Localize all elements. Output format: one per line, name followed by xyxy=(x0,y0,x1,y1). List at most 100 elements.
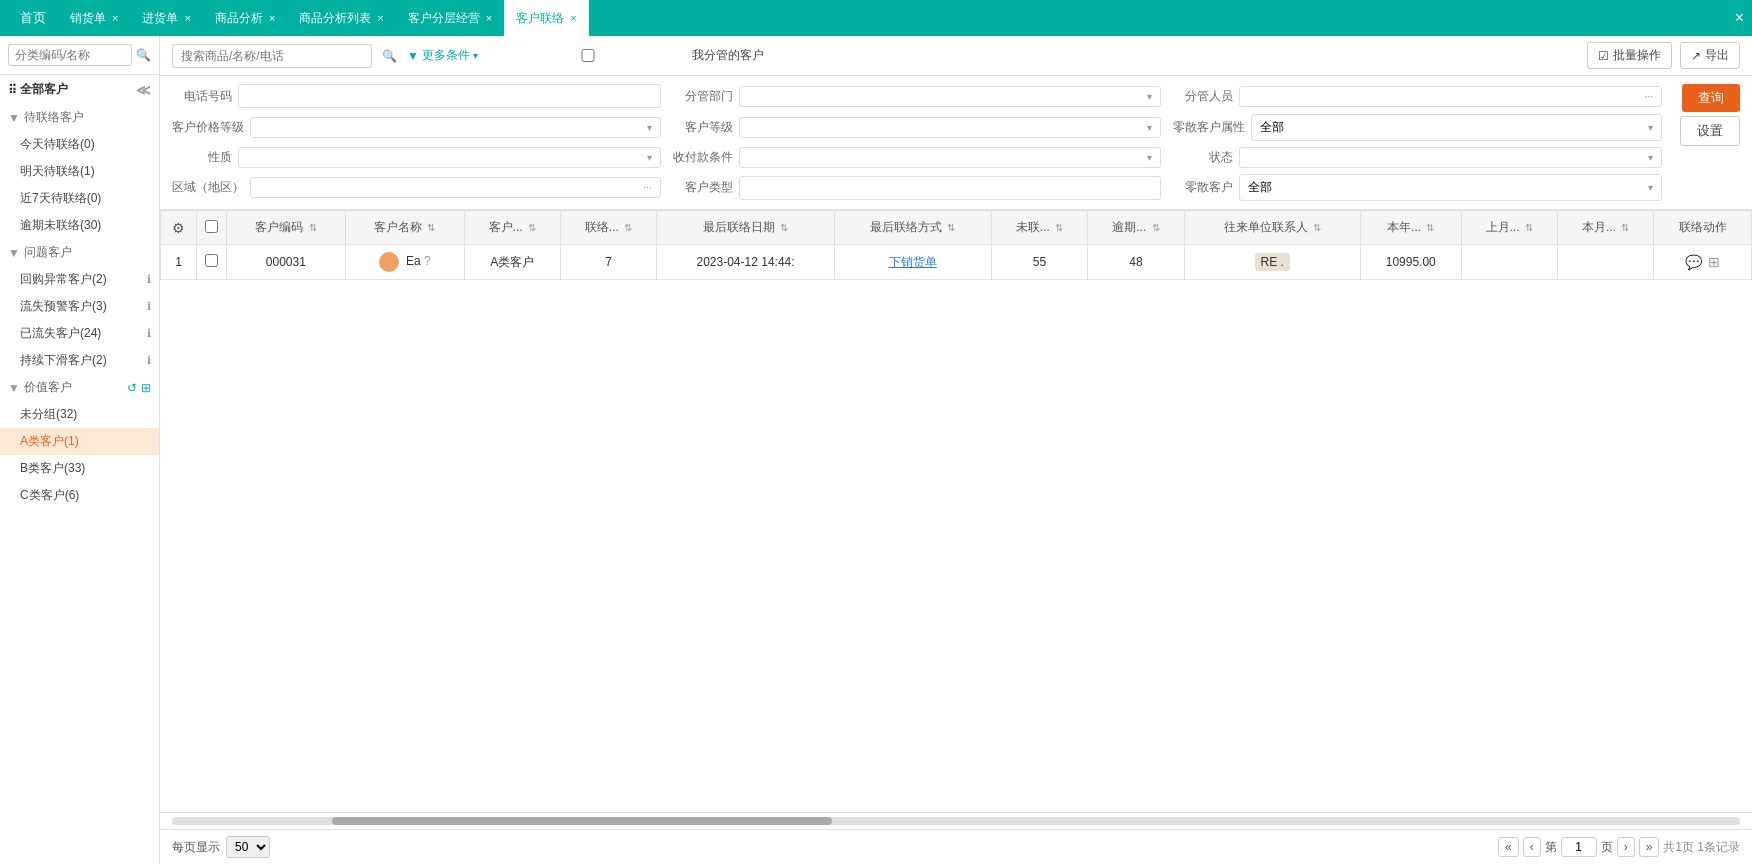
scrollbar-thumb[interactable] xyxy=(332,817,832,825)
prev-page-button[interactable]: ‹ xyxy=(1523,837,1541,857)
chevron-down-icon: ▾ xyxy=(1648,122,1653,133)
close-icon[interactable]: × xyxy=(377,12,383,24)
table-header-gear[interactable]: ⚙ xyxy=(161,211,197,245)
filter-input-customer-type[interactable] xyxy=(739,176,1162,200)
filter-select-price-level[interactable]: ▾ xyxy=(250,117,661,138)
table-header-last-month[interactable]: 上月... ⇅ xyxy=(1461,211,1557,245)
filter-action-buttons: 查询 设置 xyxy=(1670,84,1740,146)
table-header-no-contact[interactable]: 未联... ⇅ xyxy=(991,211,1087,245)
row-checkbox[interactable] xyxy=(197,245,227,280)
sidebar-item-declining[interactable]: 持续下滑客户(2) ℹ xyxy=(0,347,159,374)
sidebar-item-overdue[interactable]: 逾期未联络(30) xyxy=(0,212,159,239)
sidebar-item-a-class[interactable]: A类客户(1) xyxy=(0,428,159,455)
sidebar-section-pending[interactable]: ▼ 待联络客户 xyxy=(0,104,159,131)
row-this-year: 10995.00 xyxy=(1360,245,1461,280)
sidebar-item-repurchase-abnormal[interactable]: 回购异常客户(2) ℹ xyxy=(0,266,159,293)
sidebar-item-tomorrow[interactable]: 明天待联络(1) xyxy=(0,158,159,185)
sidebar-search-input[interactable] xyxy=(8,44,132,66)
filter-select-nature[interactable]: ▾ xyxy=(238,147,661,168)
table-header-checkbox[interactable] xyxy=(197,211,227,245)
per-page-select[interactable]: 50 xyxy=(226,836,270,858)
filter-select-person[interactable]: ··· xyxy=(1239,86,1662,107)
filter-select-customer-level[interactable]: ▾ xyxy=(739,117,1162,138)
scrollbar-track[interactable] xyxy=(172,817,1740,825)
close-icon[interactable]: × xyxy=(486,12,492,24)
collapse-icon[interactable]: ≪ xyxy=(136,82,151,98)
close-icon[interactable]: × xyxy=(269,12,275,24)
last-page-button[interactable]: » xyxy=(1639,837,1660,857)
close-icon[interactable]: × xyxy=(112,12,118,24)
filter-actions: ☑ 批量操作 ↗ 导出 xyxy=(1587,42,1740,69)
nav-tab-analysis-list[interactable]: 商品分析列表 × xyxy=(287,0,395,36)
sidebar-item-7days[interactable]: 近7天待联络(0) xyxy=(0,185,159,212)
settings-icon[interactable]: ⊞ xyxy=(141,381,151,395)
link-icon[interactable]: ⊞ xyxy=(1708,254,1720,270)
filter-select-region[interactable]: ··· xyxy=(250,177,661,198)
nav-tab-customer-contact[interactable]: 客户联络 × xyxy=(504,0,588,36)
table-header-overdue[interactable]: 逾期... ⇅ xyxy=(1088,211,1184,245)
close-all-tabs-button[interactable]: × xyxy=(1735,9,1744,27)
query-button[interactable]: 查询 xyxy=(1682,84,1740,112)
sidebar-item-churned[interactable]: 已流失客户(24) ℹ xyxy=(0,320,159,347)
grid-icon: ⠿ xyxy=(8,83,17,97)
select-all-checkbox[interactable] xyxy=(205,220,218,233)
table-header-this-year[interactable]: 本年... ⇅ xyxy=(1360,211,1461,245)
first-page-button[interactable]: « xyxy=(1498,837,1519,857)
search-input[interactable] xyxy=(172,44,372,68)
export-button[interactable]: ↗ 导出 xyxy=(1680,42,1740,69)
table-header-last-contact-date[interactable]: 最后联络日期 ⇅ xyxy=(657,211,834,245)
table-header-contact-count[interactable]: 联络... ⇅ xyxy=(560,211,656,245)
row-last-contact-method[interactable]: 下销货单 xyxy=(834,245,991,280)
sidebar-item-b-class[interactable]: B类客户(33) xyxy=(0,455,159,482)
top-navigation: 首页 销货单 × 进货单 × 商品分析 × 商品分析列表 × 客户分层经营 × … xyxy=(0,0,1752,36)
nav-tab-sales[interactable]: 销货单 × xyxy=(58,0,130,36)
sidebar-item-ungrouped[interactable]: 未分组(32) xyxy=(0,401,159,428)
search-icon[interactable]: 🔍 xyxy=(382,49,397,63)
message-icon[interactable]: 💬 xyxy=(1685,254,1702,270)
nav-tab-analysis[interactable]: 商品分析 × xyxy=(203,0,287,36)
next-page-button[interactable]: › xyxy=(1617,837,1635,857)
more-filters-button[interactable]: ▼ 更多条件 ▾ xyxy=(407,47,478,64)
advanced-filter-panel: 电话号码 分管部门 ▾ 分管人员 xyxy=(160,76,1752,210)
nav-tab-customer-segment[interactable]: 客户分层经营 × xyxy=(396,0,504,36)
table-header-this-month[interactable]: 本月... ⇅ xyxy=(1558,211,1654,245)
sidebar-search-icon[interactable]: 🔍 xyxy=(136,48,151,62)
gear-icon[interactable]: ⚙ xyxy=(172,220,185,236)
filter-input-phone[interactable] xyxy=(238,84,661,108)
row-no-contact: 55 xyxy=(991,245,1087,280)
setting-button[interactable]: 设置 xyxy=(1680,116,1740,146)
batch-op-button[interactable]: ☑ 批量操作 xyxy=(1587,42,1672,69)
close-icon[interactable]: × xyxy=(570,12,576,24)
sidebar-all-customers-header[interactable]: ⠿ 全部客户 ≪ xyxy=(0,75,159,104)
filter-select-status[interactable]: ▾ xyxy=(1239,147,1662,168)
sidebar-section-problem[interactable]: ▼ 问题客户 xyxy=(0,239,159,266)
filter-field-nature: 性质 ▾ xyxy=(172,147,661,168)
sort-icon: ⇅ xyxy=(780,222,788,233)
nav-tab-purchase[interactable]: 进货单 × xyxy=(130,0,202,36)
chevron-down-icon: ▾ xyxy=(1648,152,1653,163)
table-header-contact-person[interactable]: 往来单位联系人 ⇅ xyxy=(1184,211,1360,245)
row-actions: 💬 ⊞ xyxy=(1654,245,1752,280)
row-code[interactable]: 000031 xyxy=(227,245,346,280)
filter-select-dept[interactable]: ▾ xyxy=(739,86,1162,107)
my-customers-checkbox[interactable] xyxy=(488,49,688,62)
sidebar-item-churn-warning[interactable]: 流失预警客户(3) ℹ xyxy=(0,293,159,320)
my-customers-filter[interactable]: 我分管的客户 xyxy=(488,47,764,64)
close-icon[interactable]: × xyxy=(184,12,190,24)
sidebar-item-c-class[interactable]: C类客户(6) xyxy=(0,482,159,509)
table-header-name[interactable]: 客户名称 ⇅ xyxy=(345,211,464,245)
sidebar-item-today[interactable]: 今天待联络(0) xyxy=(0,131,159,158)
table-header-code[interactable]: 客户编码 ⇅ xyxy=(227,211,346,245)
nav-home[interactable]: 首页 xyxy=(8,0,58,36)
sidebar-section-value: ▼ 价值客户 ↺ ⊞ xyxy=(0,374,159,401)
filter-select-retail[interactable]: 全部 ▾ xyxy=(1239,174,1662,201)
filter-field-retail: 零散客户 全部 ▾ xyxy=(1173,174,1662,201)
page-number-input[interactable] xyxy=(1561,837,1597,857)
refresh-icon[interactable]: ↺ xyxy=(127,381,137,395)
table-header-last-contact-method[interactable]: 最后联络方式 ⇅ xyxy=(834,211,991,245)
sort-icon: ⇅ xyxy=(309,222,317,233)
row-select-checkbox[interactable] xyxy=(205,254,218,267)
table-header-type[interactable]: 客户... ⇅ xyxy=(464,211,560,245)
filter-select-payment[interactable]: ▾ xyxy=(739,147,1162,168)
filter-select-retail-attr[interactable]: 全部 ▾ xyxy=(1251,114,1662,141)
